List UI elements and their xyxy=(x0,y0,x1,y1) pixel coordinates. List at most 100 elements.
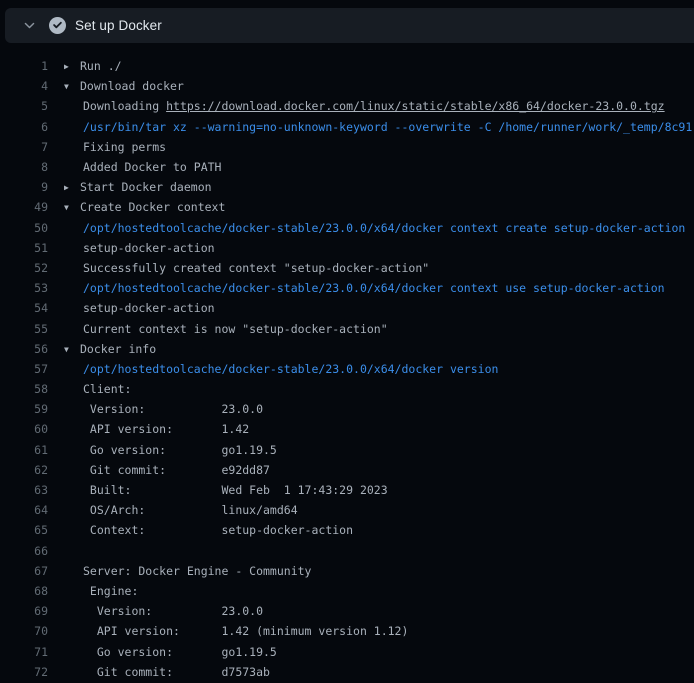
log-text: Added Docker to PATH xyxy=(64,160,221,174)
log-line: 54 setup-docker-action xyxy=(0,298,694,318)
step-title: Set up Docker xyxy=(75,18,162,33)
log-line: 66 xyxy=(0,541,694,561)
line-number[interactable]: 65 xyxy=(0,523,48,537)
group-title: Run ./ xyxy=(80,59,122,73)
log-line: 68 Engine: xyxy=(0,581,694,601)
line-number[interactable]: 54 xyxy=(0,301,48,315)
group-header: ▶Run ./ xyxy=(64,59,122,73)
log-group-row[interactable]: 56 ▼Docker info xyxy=(0,339,694,359)
line-number[interactable]: 55 xyxy=(0,322,48,336)
log-group-row[interactable]: 1 ▶Run ./ xyxy=(0,56,694,76)
log-text: Built: Wed Feb 1 17:43:29 2023 xyxy=(64,483,388,497)
log-line: 51 setup-docker-action xyxy=(0,238,694,258)
line-number[interactable]: 72 xyxy=(0,665,48,679)
log-line: 60 API version: 1.42 xyxy=(0,419,694,439)
line-number[interactable]: 59 xyxy=(0,402,48,416)
log-text: Version: 23.0.0 xyxy=(64,604,263,618)
triangle-right-icon[interactable]: ▶ xyxy=(64,183,80,192)
log-text: Git commit: e92dd87 xyxy=(64,463,270,477)
command-text: /opt/hostedtoolcache/docker-stable/23.0.… xyxy=(64,281,665,295)
triangle-down-icon[interactable]: ▼ xyxy=(64,345,80,354)
log-text: Client: xyxy=(64,382,131,396)
log-line: 5 Downloading https://download.docker.com… xyxy=(0,96,694,116)
line-number[interactable]: 7 xyxy=(0,140,48,154)
chevron-down-icon[interactable] xyxy=(23,19,36,33)
line-number[interactable]: 67 xyxy=(0,564,48,578)
log-line: 52 Successfully created context "setup-do… xyxy=(0,258,694,278)
log-line: 53/opt/hostedtoolcache/docker-stable/23.… xyxy=(0,278,694,298)
actions-log-viewer: Set up Docker 1▶Run ./4▼Download docker5… xyxy=(0,0,694,683)
download-url-link[interactable]: https://download.docker.com/linux/static… xyxy=(166,99,665,113)
line-number[interactable]: 4 xyxy=(0,79,48,93)
log-text: Downloading https://download.docker.com/… xyxy=(64,99,665,113)
line-number[interactable]: 60 xyxy=(0,422,48,436)
line-number[interactable]: 9 xyxy=(0,180,48,194)
line-number[interactable]: 50 xyxy=(0,221,48,235)
line-number[interactable]: 64 xyxy=(0,503,48,517)
line-number[interactable]: 1 xyxy=(0,59,48,73)
log-line: 62 Git commit: e92dd87 xyxy=(0,460,694,480)
line-number[interactable]: 71 xyxy=(0,645,48,659)
log-line: 50/opt/hostedtoolcache/docker-stable/23.… xyxy=(0,218,694,238)
log-text: API version: 1.42 xyxy=(64,422,249,436)
log-line: 8 Added Docker to PATH xyxy=(0,157,694,177)
line-number[interactable]: 63 xyxy=(0,483,48,497)
log-line: 71 Go version: go1.19.5 xyxy=(0,641,694,661)
log-text: Current context is now "setup-docker-act… xyxy=(64,322,388,336)
log-group-row[interactable]: 9 ▶Start Docker daemon xyxy=(0,177,694,197)
log-text: Context: setup-docker-action xyxy=(64,523,353,537)
log-line: 61 Go version: go1.19.5 xyxy=(0,440,694,460)
log-text: Go version: go1.19.5 xyxy=(64,645,277,659)
line-number[interactable]: 8 xyxy=(0,160,48,174)
triangle-down-icon[interactable]: ▼ xyxy=(64,82,80,91)
log-text: OS/Arch: linux/amd64 xyxy=(64,503,298,517)
log-text: setup-docker-action xyxy=(64,241,215,255)
line-number[interactable]: 69 xyxy=(0,604,48,618)
step-header[interactable]: Set up Docker xyxy=(5,8,694,43)
line-number[interactable]: 68 xyxy=(0,584,48,598)
log-line: 63 Built: Wed Feb 1 17:43:29 2023 xyxy=(0,480,694,500)
log-text: Version: 23.0.0 xyxy=(64,402,263,416)
log-group-row[interactable]: 4 ▼Download docker xyxy=(0,76,694,96)
line-number[interactable]: 56 xyxy=(0,342,48,356)
log-text: Engine: xyxy=(64,584,138,598)
line-number[interactable]: 5 xyxy=(0,99,48,113)
log-line: 6/usr/bin/tar xz --warning=no-unknown-ke… xyxy=(0,117,694,137)
log-group-row[interactable]: 49 ▼Create Docker context xyxy=(0,197,694,217)
group-title: Start Docker daemon xyxy=(80,180,212,194)
triangle-down-icon[interactable]: ▼ xyxy=(64,203,80,212)
group-title: Download docker xyxy=(80,79,184,93)
line-number[interactable]: 70 xyxy=(0,624,48,638)
log-text-prefix: Downloading xyxy=(83,99,166,113)
log-line: 72 Git commit: d7573ab xyxy=(0,662,694,682)
log-line: 70 API version: 1.42 (minimum version 1.… xyxy=(0,621,694,641)
log-line: 69 Version: 23.0.0 xyxy=(0,601,694,621)
line-number[interactable]: 62 xyxy=(0,463,48,477)
log-text: Git commit: d7573ab xyxy=(64,665,270,679)
group-header: ▼Create Docker context xyxy=(64,200,225,214)
line-number[interactable]: 61 xyxy=(0,443,48,457)
group-title: Docker info xyxy=(80,342,156,356)
group-header: ▶Start Docker daemon xyxy=(64,180,212,194)
group-title: Create Docker context xyxy=(80,200,225,214)
line-number[interactable]: 6 xyxy=(0,120,48,134)
log-text: setup-docker-action xyxy=(64,301,215,315)
log-line: 64 OS/Arch: linux/amd64 xyxy=(0,500,694,520)
line-number[interactable]: 49 xyxy=(0,200,48,214)
log-line: 67Server: Docker Engine - Community xyxy=(0,561,694,581)
line-number[interactable]: 58 xyxy=(0,382,48,396)
log-text: Fixing perms xyxy=(64,140,166,154)
line-number[interactable]: 51 xyxy=(0,241,48,255)
triangle-right-icon[interactable]: ▶ xyxy=(64,62,80,71)
log-text: Successfully created context "setup-dock… xyxy=(64,261,429,275)
log-lines: 1▶Run ./4▼Download docker5Downloading ht… xyxy=(0,56,694,682)
check-circle-icon xyxy=(49,17,66,34)
line-number[interactable]: 66 xyxy=(0,544,48,558)
line-number[interactable]: 53 xyxy=(0,281,48,295)
log-line: 65 Context: setup-docker-action xyxy=(0,520,694,540)
line-number[interactable]: 52 xyxy=(0,261,48,275)
log-line: 7 Fixing perms xyxy=(0,137,694,157)
command-text: /usr/bin/tar xz --warning=no-unknown-key… xyxy=(64,120,692,134)
group-header: ▼Download docker xyxy=(64,79,184,93)
line-number[interactable]: 57 xyxy=(0,362,48,376)
